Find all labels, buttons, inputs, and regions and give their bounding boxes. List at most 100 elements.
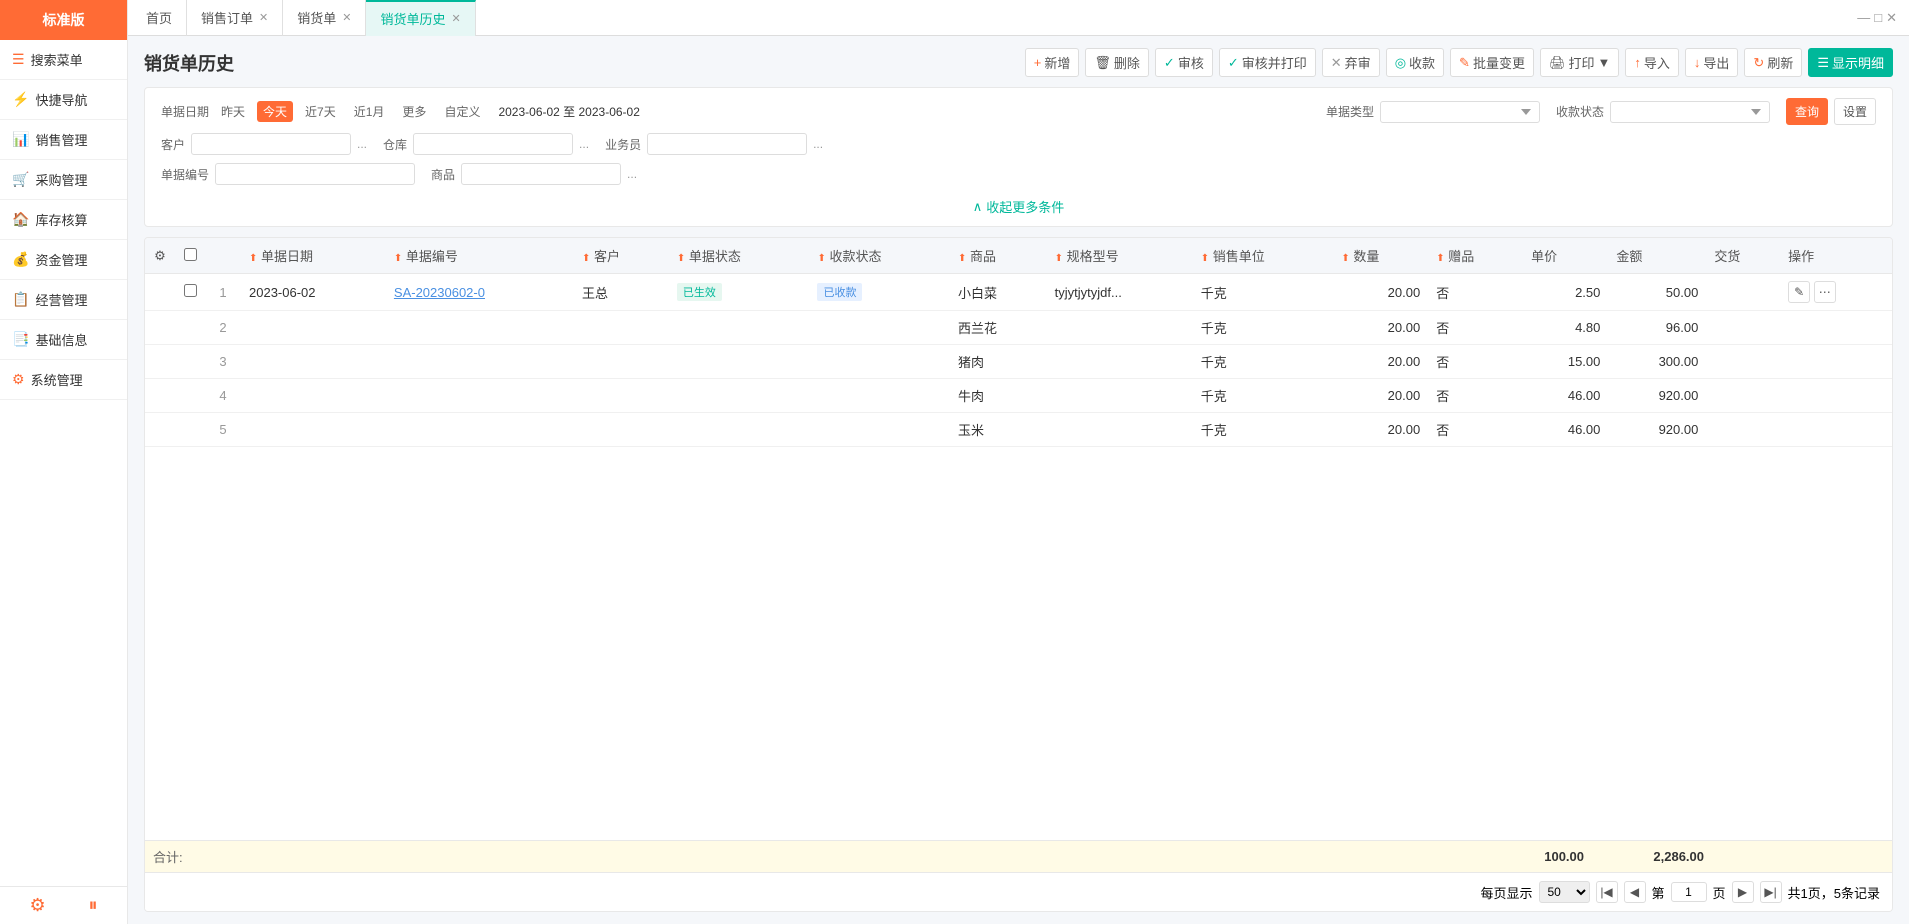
page-number-input[interactable] [1671,882,1707,902]
sidebar-item-search-menu[interactable]: ☰ 搜索菜单 [0,40,127,80]
btn-print[interactable]: 🖨 打印 ▼ [1540,48,1619,77]
sidebar-item-operation-mgmt[interactable]: 📋 经营管理 [0,280,127,320]
goods-input[interactable] [461,163,621,185]
row-price: 4.80 [1523,311,1608,345]
query-button[interactable]: 查询 [1786,98,1828,125]
btn-discard[interactable]: ✕ 弃审 [1322,48,1380,77]
btn-collect[interactable]: ◎ 收款 [1386,48,1444,77]
filter-docno: 单据编号 [161,163,415,185]
more-op-btn[interactable]: ⋯ [1814,281,1836,303]
warehouse-picker[interactable]: ... [579,137,589,151]
row-check[interactable] [175,311,205,345]
staff-input[interactable] [647,133,807,155]
btn-display[interactable]: ☰ 显示明细 [1808,48,1893,77]
edit-op-btn[interactable]: ✎ [1788,281,1810,303]
row-date [241,311,386,345]
sidebar-item-purchase-mgmt[interactable]: 🛒 采购管理 [0,160,127,200]
staff-picker[interactable]: ... [813,137,823,151]
customer-picker[interactable]: ... [357,137,367,151]
table-row: 5 玉米 千克 20.00 否 46.00 920.00 [145,413,1892,447]
btn-refresh[interactable]: ↻ 刷新 [1744,48,1802,77]
last-page-btn[interactable]: ▶| [1760,881,1782,903]
date-tag-1month[interactable]: 近1月 [348,101,391,122]
btn-audit[interactable]: ✓ 审核 [1155,48,1213,77]
tab-bar-minimize[interactable]: — [1857,10,1870,25]
type-select[interactable] [1380,101,1540,123]
row-gift: 否 [1428,345,1523,379]
sidebar-item-sales-mgmt[interactable]: 📊 销售管理 [0,120,127,160]
col-pay-status-header[interactable]: ⬆ 收款状态 [809,238,950,274]
tab-sales-order[interactable]: 销售订单 ✕ [187,0,283,36]
row-customer [574,345,669,379]
tab-home[interactable]: 首页 [132,0,187,36]
date-tag-more[interactable]: 更多 [396,101,432,122]
warehouse-input[interactable] [413,133,573,155]
goods-picker[interactable]: ... [627,167,637,181]
row-gift: 否 [1428,413,1523,447]
tab-sales-goods-close[interactable]: ✕ [342,11,351,24]
tab-sales-order-close[interactable]: ✕ [259,11,268,24]
select-all-checkbox[interactable] [184,248,197,261]
sidebar: 标准版 ☰ 搜索菜单 ⚡ 快捷导航 📊 销售管理 🛒 采购管理 🏠 库存核算 💰… [0,0,128,924]
page-unit: 页 [1713,883,1726,902]
page-size-select[interactable]: 50 100 200 [1539,881,1590,903]
sidebar-item-finance-mgmt[interactable]: 💰 资金管理 [0,240,127,280]
filter-more-toggle[interactable]: ∧ 收起更多条件 [161,193,1876,216]
row-pay-status [809,379,950,413]
filter-status: 收款状态 [1556,101,1770,123]
col-gift-header[interactable]: ⬆ 赠品 [1428,238,1523,274]
btn-new[interactable]: + 新增 [1025,48,1080,77]
date-tag-custom[interactable]: 自定义 [438,101,486,122]
row-check[interactable] [175,379,205,413]
btn-export[interactable]: ↓ 导出 [1685,48,1739,77]
first-page-btn[interactable]: |◀ [1596,881,1618,903]
page-content: 销货单历史 + 新增 🗑 删除 ✓ 审核 ✓ 审核并打印 [128,36,1909,924]
col-settings-header[interactable]: ⚙ [145,238,175,274]
settings-bottom-icon[interactable]: ⚙ [29,895,45,916]
tab-sales-history[interactable]: 销货单历史 ✕ [366,0,475,36]
tab-sales-history-close[interactable]: ✕ [452,12,461,25]
docno-input[interactable] [215,163,415,185]
date-tag-yesterday[interactable]: 昨天 [215,101,251,122]
sidebar-item-inventory[interactable]: 🏠 库存核算 [0,200,127,240]
row-goods: 牛肉 [950,379,1047,413]
col-qty-header[interactable]: ⬆ 数量 [1333,238,1428,274]
row-check[interactable] [175,345,205,379]
btn-audit-print[interactable]: ✓ 审核并打印 [1219,48,1316,77]
status-select[interactable] [1610,101,1770,123]
doc-no-link[interactable]: SA-20230602-0 [394,285,485,300]
prev-page-btn[interactable]: ◀ [1624,881,1646,903]
date-tag-today[interactable]: 今天 [257,101,293,122]
row-settings [145,311,175,345]
row-settings [145,345,175,379]
btn-batch-change[interactable]: ✎ 批量变更 [1450,48,1534,77]
col-doc-status-header[interactable]: ⬆ 单据状态 [669,238,810,274]
sidebar-item-system-mgmt[interactable]: ⚙ 系统管理 [0,360,127,400]
row-checkbox[interactable] [184,284,197,297]
btn-import[interactable]: ↑ 导入 [1625,48,1679,77]
col-unit-header[interactable]: ⬆ 销售单位 [1193,238,1334,274]
btn-delete[interactable]: 🗑 删除 [1085,48,1149,77]
col-customer-header[interactable]: ⬆ 客户 [574,238,669,274]
sidebar-item-basic-info[interactable]: 📑 基础信息 [0,320,127,360]
tab-bar-close[interactable]: ✕ [1886,10,1897,26]
col-goods-header[interactable]: ⬆ 商品 [950,238,1047,274]
customer-input[interactable] [191,133,351,155]
col-check-header[interactable] [175,238,205,274]
col-no-header[interactable]: ⬆ 单据编号 [386,238,574,274]
row-check[interactable] [175,413,205,447]
date-tag-7days[interactable]: 近7天 [299,101,342,122]
tab-sales-goods[interactable]: 销货单 ✕ [283,0,366,36]
sidebar-item-quick-nav[interactable]: ⚡ 快捷导航 [0,80,127,120]
setting-button[interactable]: 设置 [1834,98,1876,125]
pagination: 每页显示 50 100 200 |◀ ◀ 第 页 ▶ ▶| 共1页，5条记录 [145,872,1892,911]
next-page-btn[interactable]: ▶ [1732,881,1754,903]
row-trade [1706,345,1780,379]
col-date-header[interactable]: ⬆ 单据日期 [241,238,386,274]
table-row: 2 西兰花 千克 20.00 否 4.80 96.00 [145,311,1892,345]
filter-area: 单据日期 昨天 今天 近7天 近1月 更多 自定义 2023-06-02 至 2… [144,87,1893,227]
tab-bar-maximize[interactable]: □ [1874,10,1882,25]
row-check[interactable] [175,274,205,311]
pause-icon[interactable]: ⏸ [89,895,98,916]
col-spec-header[interactable]: ⬆ 规格型号 [1047,238,1193,274]
